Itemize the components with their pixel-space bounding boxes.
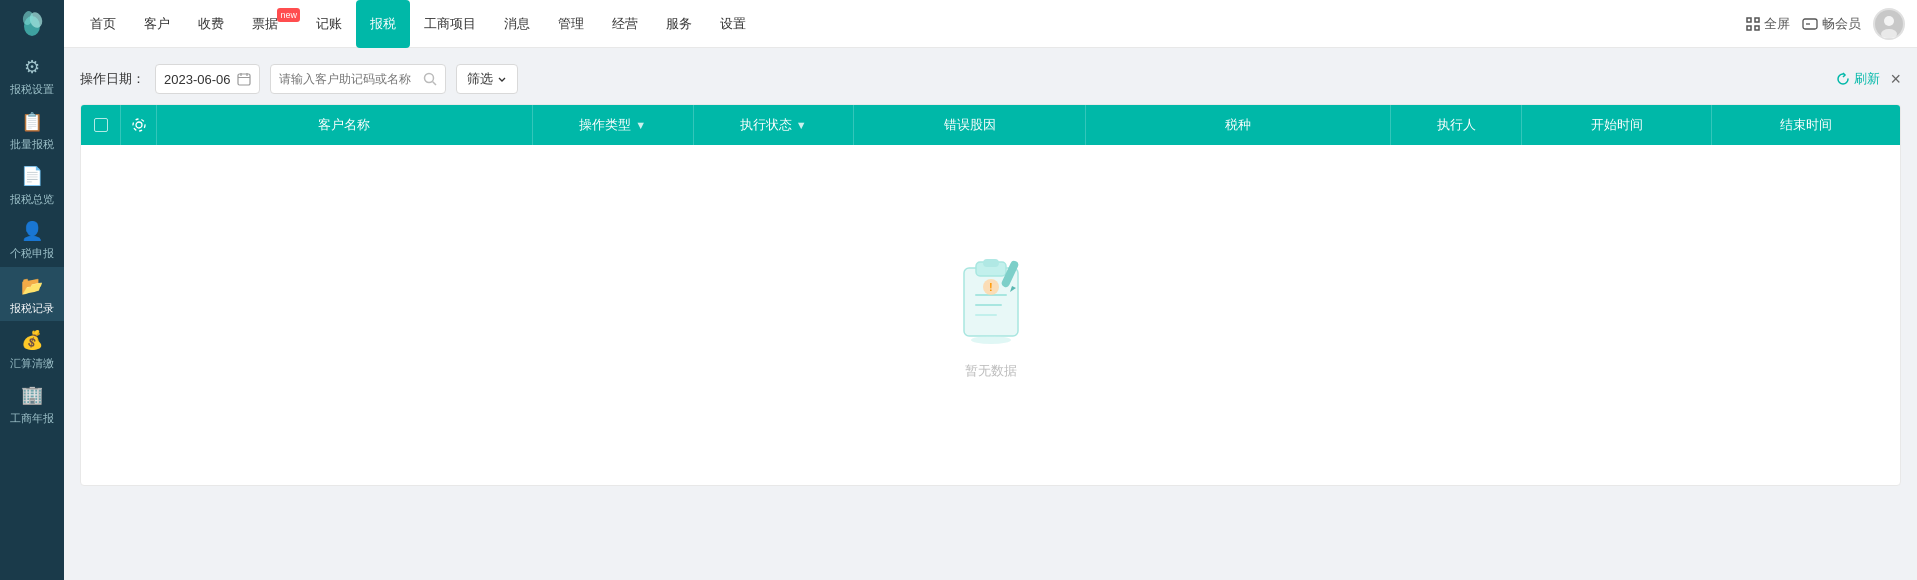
th-name: 客户名称: [157, 105, 533, 145]
svg-rect-4: [1755, 18, 1759, 22]
batch-tax-icon: 📋: [21, 111, 43, 134]
filter-label: 筛选: [467, 70, 493, 88]
svg-rect-3: [1747, 18, 1751, 22]
th-starttime: 开始时间: [1522, 105, 1711, 145]
sidebar-item-label: 报税总览: [10, 192, 54, 206]
th-checkbox[interactable]: [81, 105, 121, 145]
th-endtime: 结束时间: [1712, 105, 1900, 145]
svg-rect-21: [983, 259, 999, 267]
empty-illustration: !: [946, 250, 1036, 350]
nav-customers[interactable]: 客户: [130, 0, 184, 48]
logo: [0, 0, 64, 48]
refresh-btn[interactable]: 刷新: [1836, 70, 1880, 88]
empty-state: ! 暂无数据: [946, 210, 1036, 420]
nav-tax[interactable]: 报税: [356, 0, 410, 48]
th-executor: 执行人: [1391, 105, 1523, 145]
date-input[interactable]: 2023-06-06: [155, 64, 260, 94]
page-body: 操作日期： 2023-06-06 筛选 刷新: [64, 48, 1917, 580]
svg-point-15: [424, 74, 433, 83]
nav-industry[interactable]: 工商项目: [410, 0, 490, 48]
sidebar-item-label: 报税设置: [10, 82, 54, 96]
nav-billing[interactable]: 收费: [184, 0, 238, 48]
search-icon: [423, 72, 437, 86]
column-settings-icon: [131, 117, 147, 133]
content-area: 操作日期： 2023-06-06 筛选 刷新: [64, 48, 1917, 580]
tax-record-icon: 📂: [21, 275, 43, 298]
fullscreen-label: 全屏: [1764, 15, 1790, 33]
settlement-icon: 💰: [21, 329, 43, 352]
sidebar-item-annual-report[interactable]: 🏢 工商年报: [0, 376, 64, 431]
sidebar-item-label: 批量报税: [10, 137, 54, 151]
th-status: 执行状态 ▼: [694, 105, 855, 145]
member-btn[interactable]: 畅会员: [1802, 15, 1861, 33]
nav-management[interactable]: 管理: [544, 0, 598, 48]
filter-icon-status: ▼: [796, 119, 807, 131]
date-label: 操作日期：: [80, 70, 145, 88]
table-body: ! 暂无数据: [81, 145, 1900, 485]
sidebar: ⚙ 报税设置 📋 批量报税 📄 报税总览 👤 个税申报 📂 报税记录 💰 汇算清…: [0, 0, 64, 580]
close-btn[interactable]: ×: [1890, 69, 1901, 90]
table-header: 客户名称 操作类型 ▼ 执行状态 ▼ 错误股因 税种: [81, 105, 1900, 145]
svg-rect-5: [1747, 26, 1751, 30]
svg-point-29: [971, 336, 1011, 344]
filter-btn[interactable]: 筛选: [456, 64, 518, 94]
topnav-right: 全屏 畅会员: [1746, 8, 1905, 40]
nav-items: 首页 客户 收费 票据 new 记账 报税 工商项目 消息: [76, 0, 1746, 48]
toolbar: 操作日期： 2023-06-06 筛选 刷新: [80, 64, 1901, 94]
new-badge: new: [277, 8, 300, 22]
nav-messages[interactable]: 消息: [490, 0, 544, 48]
sidebar-item-label: 工商年报: [10, 411, 54, 425]
avatar[interactable]: [1873, 8, 1905, 40]
th-optype: 操作类型 ▼: [533, 105, 694, 145]
sidebar-item-tax-overview[interactable]: 📄 报税总览: [0, 157, 64, 212]
sidebar-item-tax-settings[interactable]: ⚙ 报税设置: [0, 48, 64, 103]
topnav: 首页 客户 收费 票据 new 记账 报税 工商项目 消息: [64, 0, 1917, 48]
svg-rect-6: [1755, 26, 1759, 30]
toolbar-right: 刷新 ×: [1836, 69, 1901, 90]
sidebar-item-label: 个税申报: [10, 246, 54, 260]
svg-point-17: [136, 122, 142, 128]
search-input[interactable]: [279, 72, 419, 86]
svg-point-18: [133, 119, 145, 131]
empty-text: 暂无数据: [965, 362, 1017, 380]
nav-operations[interactable]: 经营: [598, 0, 652, 48]
refresh-label: 刷新: [1854, 70, 1880, 88]
tax-settings-icon: ⚙: [24, 56, 40, 79]
annual-report-icon: 🏢: [21, 384, 43, 407]
nav-invoices[interactable]: 票据 new: [238, 0, 302, 48]
th-settings[interactable]: [121, 105, 157, 145]
nav-home[interactable]: 首页: [76, 0, 130, 48]
svg-line-16: [432, 82, 436, 86]
fullscreen-btn[interactable]: 全屏: [1746, 15, 1790, 33]
sidebar-item-label: 汇算清缴: [10, 356, 54, 370]
sidebar-item-batch-tax[interactable]: 📋 批量报税: [0, 103, 64, 158]
sidebar-item-tax-record[interactable]: 📂 报税记录: [0, 267, 64, 322]
nav-settings[interactable]: 设置: [706, 0, 760, 48]
nav-accounting[interactable]: 记账: [302, 0, 356, 48]
refresh-icon: [1836, 72, 1850, 86]
date-value: 2023-06-06: [164, 72, 231, 87]
sidebar-item-personal-tax[interactable]: 👤 个税申报: [0, 212, 64, 267]
sidebar-item-settlement[interactable]: 💰 汇算清缴: [0, 321, 64, 376]
select-all-checkbox[interactable]: [94, 118, 108, 132]
svg-rect-11: [238, 74, 250, 85]
chevron-down-icon: [497, 74, 507, 84]
nav-services[interactable]: 服务: [652, 0, 706, 48]
member-label: 畅会员: [1822, 15, 1861, 33]
table: 客户名称 操作类型 ▼ 执行状态 ▼ 错误股因 税种: [80, 104, 1901, 486]
filter-icon-optype: ▼: [635, 119, 646, 131]
th-error: 错误股因: [854, 105, 1086, 145]
svg-text:!: !: [989, 281, 993, 293]
tax-overview-icon: 📄: [21, 165, 43, 188]
svg-point-9: [1884, 16, 1894, 26]
main-wrap: 首页 客户 收费 票据 new 记账 报税 工商项目 消息: [64, 0, 1917, 580]
search-box: [270, 64, 446, 94]
th-taxtype: 税种: [1086, 105, 1390, 145]
sidebar-item-label: 报税记录: [10, 301, 54, 315]
personal-tax-icon: 👤: [21, 220, 43, 243]
